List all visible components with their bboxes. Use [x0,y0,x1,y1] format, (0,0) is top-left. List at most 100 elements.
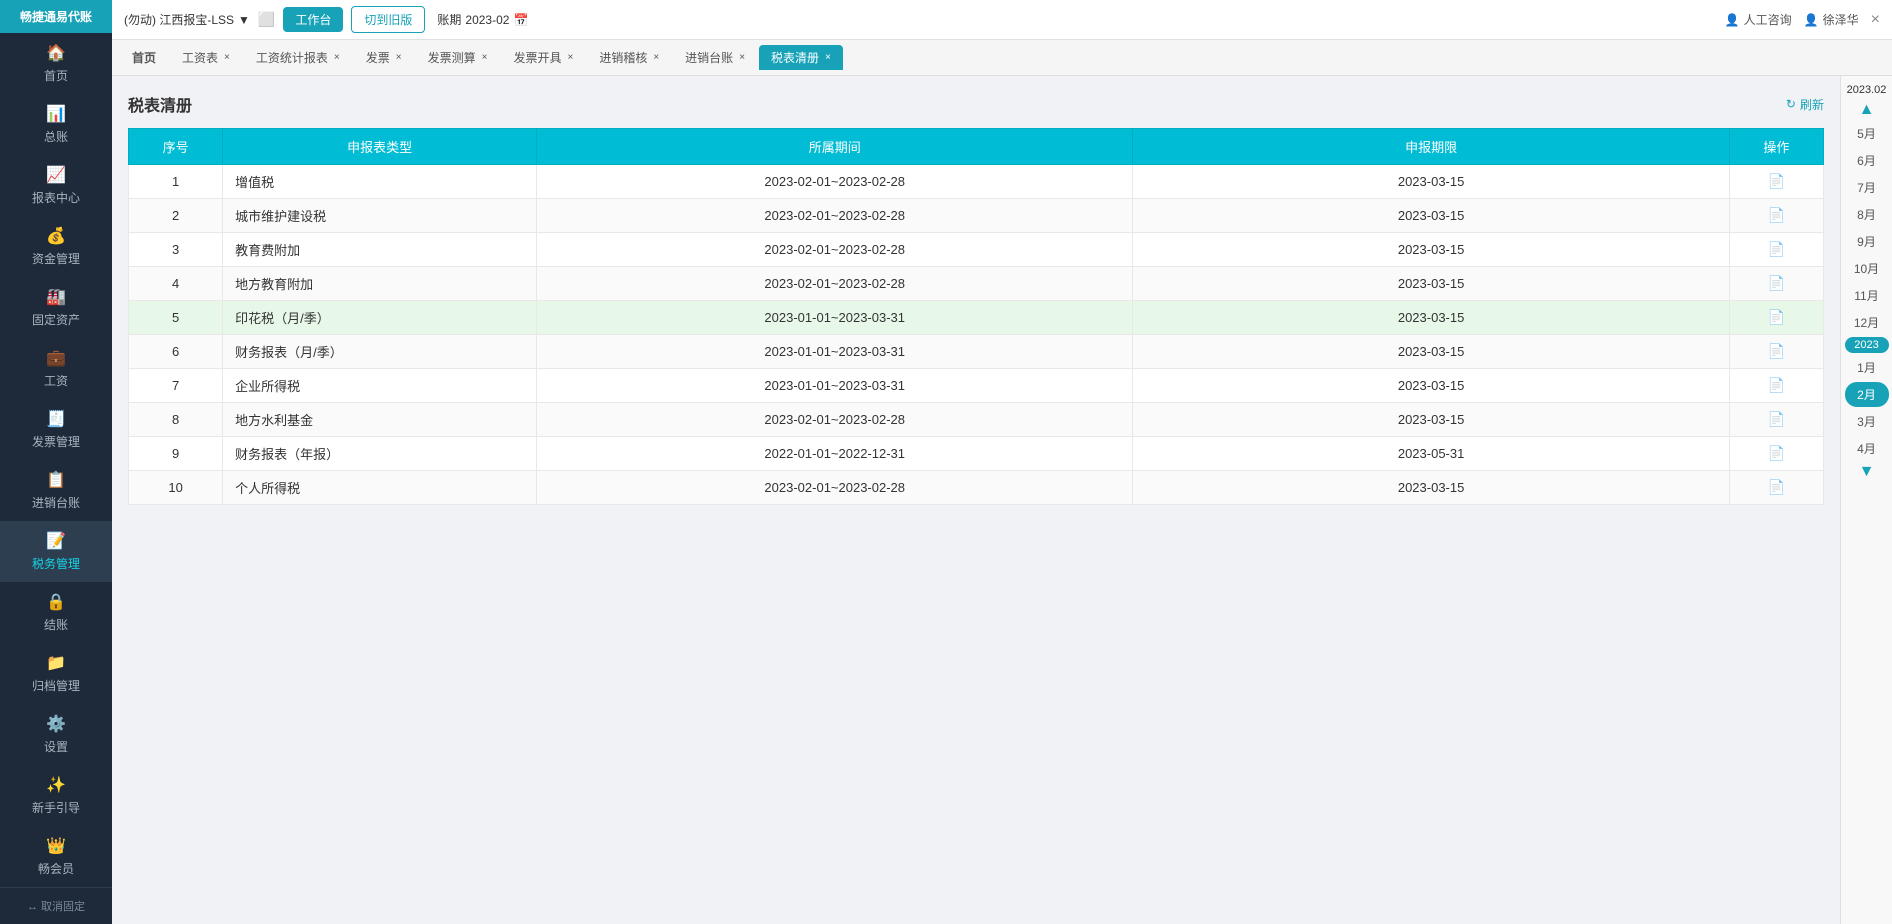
sidebar-item-home[interactable]: 🏠 首页 [0,33,112,94]
month-item-6[interactable]: 6月 [1845,148,1889,173]
nav-down-button[interactable]: ▼ [1859,462,1875,482]
cell-type: 增值税 [223,165,537,199]
month-item-12[interactable]: 12月 [1845,310,1889,335]
page-content: 税表清册 ↻ 刷新 序号 申报表类型 所属期间 申报期限 操作 [112,76,1840,924]
month-item-2[interactable]: 2月 [1845,382,1889,407]
sidebar-item-label: 新手引导 [32,799,80,816]
sidebar-item-asset[interactable]: 🏭 固定资产 [0,277,112,338]
tab-salary[interactable]: 工资表 × [170,45,242,70]
page-area: 税表清册 ↻ 刷新 序号 申报表类型 所属期间 申报期限 操作 [112,76,1892,924]
sidebar: 畅捷通易代账 🏠 首页 📊 总账 📈 报表中心 💰 资金管理 🏭 固定资产 💼 … [0,0,112,924]
tab-invoice-label: 发票 [366,49,390,66]
sidebar-item-member[interactable]: 👑 畅会员 [0,826,112,887]
cell-action[interactable]: 📄 [1729,165,1823,199]
tab-purchase-check[interactable]: 进销稽核 × [587,45,671,70]
month-item-10[interactable]: 10月 [1845,256,1889,281]
cell-seq: 2 [129,199,223,233]
table-row: 1 增值税 2023-02-01~2023-02-28 2023-03-15 📄 [129,165,1824,199]
cell-action[interactable]: 📄 [1729,267,1823,301]
nav-up-button[interactable]: ▲ [1859,100,1875,120]
tab-close-icon[interactable]: × [739,52,745,63]
asset-icon: 🏭 [46,287,66,307]
view-icon[interactable]: 📄 [1768,309,1785,325]
tab-tax-register[interactable]: 税表清册 × [759,45,843,70]
cell-action[interactable]: 📄 [1729,199,1823,233]
sidebar-item-archive[interactable]: 📁 归档管理 [0,643,112,704]
cell-seq: 4 [129,267,223,301]
month-item-3[interactable]: 3月 [1845,409,1889,434]
tab-close-icon[interactable]: × [653,52,659,63]
tab-purchase-ledger[interactable]: 进销台账 × [673,45,757,70]
consultant-button[interactable]: 👤 人工咨询 [1725,11,1792,28]
view-icon[interactable]: 📄 [1768,377,1785,393]
purchase-icon: 📋 [46,470,66,490]
table-row: 9 财务报表（年报） 2022-01-01~2022-12-31 2023-05… [129,437,1824,471]
month-item-8[interactable]: 8月 [1845,202,1889,227]
month-item-11[interactable]: 11月 [1845,283,1889,308]
close-button[interactable]: × [1871,11,1880,29]
sidebar-item-report[interactable]: 📈 报表中心 [0,155,112,216]
sidebar-item-tax[interactable]: 📝 税务管理 [0,521,112,582]
cell-deadline: 2023-03-15 [1133,267,1729,301]
tab-invoice-calc[interactable]: 发票测算 × [416,45,500,70]
archive-icon: 📁 [46,653,66,673]
refresh-icon: ↻ [1786,97,1796,111]
refresh-button[interactable]: ↻ 刷新 [1786,96,1824,113]
sidebar-item-salary[interactable]: 💼 工资 [0,338,112,399]
view-icon[interactable]: 📄 [1768,343,1785,359]
tab-home[interactable]: 首页 [120,45,168,70]
sidebar-item-invoice[interactable]: 🧾 发票管理 [0,399,112,460]
month-item-4[interactable]: 4月 [1845,436,1889,461]
sidebar-item-ledger[interactable]: 📊 总账 [0,94,112,155]
cell-action[interactable]: 📄 [1729,301,1823,335]
cell-action[interactable]: 📄 [1729,335,1823,369]
cell-action[interactable]: 📄 [1729,233,1823,267]
tab-invoice-issue[interactable]: 发票开具 × [501,45,585,70]
view-icon[interactable]: 📄 [1768,479,1785,495]
view-icon[interactable]: 📄 [1768,173,1785,189]
cell-type: 财务报表（年报） [223,437,537,471]
tab-close-icon[interactable]: × [334,52,340,63]
cell-action[interactable]: 📄 [1729,471,1823,505]
tab-purchase-ledger-label: 进销台账 [685,49,733,66]
table-row: 5 印花税（月/季） 2023-01-01~2023-03-31 2023-03… [129,301,1824,335]
tab-invoice[interactable]: 发票 × [354,45,414,70]
view-icon[interactable]: 📄 [1768,275,1785,291]
sidebar-item-purchase[interactable]: 📋 进销台账 [0,460,112,521]
tab-close-icon[interactable]: × [224,52,230,63]
sidebar-item-guide[interactable]: ✨ 新手引导 [0,765,112,826]
sidebar-item-settings[interactable]: ⚙️ 设置 [0,704,112,765]
view-icon[interactable]: 📄 [1768,411,1785,427]
cell-action[interactable]: 📄 [1729,369,1823,403]
year-nav-header: 2023.02 [1843,80,1891,100]
unpin-button[interactable]: ↔ 取消固定 [0,887,112,924]
cell-period: 2023-01-01~2023-03-31 [537,369,1133,403]
tab-salary-report[interactable]: 工资统计报表 × [244,45,352,70]
view-icon[interactable]: 📄 [1768,241,1785,257]
cell-action[interactable]: 📄 [1729,403,1823,437]
month-item-5[interactable]: 5月 [1845,121,1889,146]
cell-period: 2023-02-01~2023-02-28 [537,233,1133,267]
month-item-1[interactable]: 1月 [1845,355,1889,380]
table-row: 10 个人所得税 2023-02-01~2023-02-28 2023-03-1… [129,471,1824,505]
col-header-seq: 序号 [129,129,223,165]
tab-close-icon[interactable]: × [396,52,402,63]
sidebar-item-close[interactable]: 🔒 结账 [0,582,112,643]
workbench-button[interactable]: 工作台 [283,7,343,32]
company-selector[interactable]: (勿动) 江西报宝-LSS ▼ [124,11,250,28]
month-item-9[interactable]: 9月 [1845,229,1889,254]
calendar-icon[interactable]: 📅 [513,13,528,27]
user-avatar[interactable]: 👤 徐泽华 [1804,11,1859,28]
switch-old-button[interactable]: 切到旧版 [351,6,425,33]
view-icon[interactable]: 📄 [1768,207,1785,223]
table-row: 8 地方水利基金 2023-02-01~2023-02-28 2023-03-1… [129,403,1824,437]
sidebar-item-label: 归档管理 [32,677,80,694]
sidebar-item-label: 税务管理 [32,555,80,572]
view-icon[interactable]: 📄 [1768,445,1785,461]
tab-close-icon[interactable]: × [567,52,573,63]
tab-close-icon[interactable]: × [825,52,831,63]
tab-close-icon[interactable]: × [482,52,488,63]
sidebar-item-fund[interactable]: 💰 资金管理 [0,216,112,277]
month-item-7[interactable]: 7月 [1845,175,1889,200]
cell-action[interactable]: 📄 [1729,437,1823,471]
